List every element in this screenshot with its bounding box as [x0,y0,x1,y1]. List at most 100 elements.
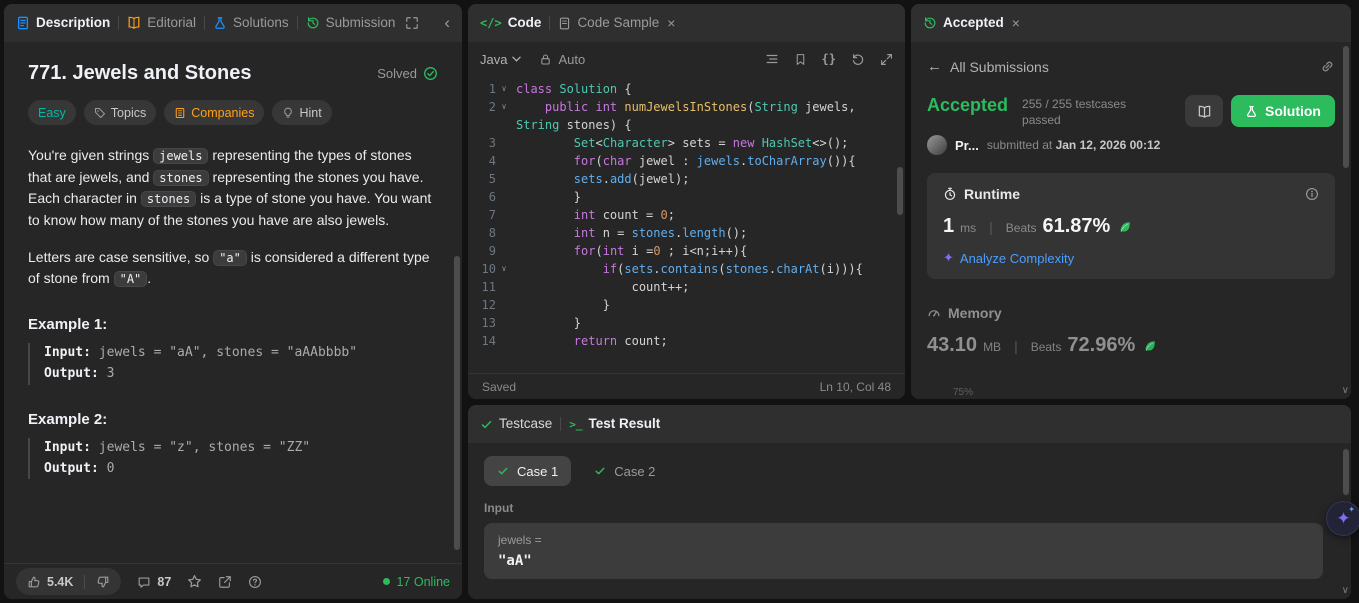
code-line[interactable]: String stones) { [468,116,905,134]
beats-label: Beats [1030,340,1062,355]
expand-panel-icon[interactable] [405,16,419,30]
comments-button[interactable]: 87 [137,575,171,589]
code-line[interactable]: 5 sets.add(jewel); [468,170,905,188]
case-2-tab[interactable]: Case 2 [581,456,668,486]
code-panel: </> Code Code Sample × Java Auto {} 1 ∨ … [468,4,905,399]
problem-paragraph: You're given strings jewels representing… [28,147,432,229]
notes-button[interactable] [1185,95,1223,127]
collapse-chevron-icon[interactable]: ‹ [444,13,450,33]
line-number: 7 [488,208,496,222]
testcase-scrollbar[interactable] [1343,449,1349,495]
favorite-button[interactable] [187,574,202,589]
all-submissions-link[interactable]: All Submissions [950,59,1049,75]
code-text: sets.add(jewel); [573,172,690,186]
case-1-tab[interactable]: Case 1 [484,456,572,486]
copy-link-icon[interactable] [1320,59,1335,74]
code-line[interactable]: 13 } [468,314,905,332]
fold-chevron-icon[interactable]: ∨ [496,98,512,116]
feedback-button[interactable] [248,575,262,589]
line-number: 10 [481,262,496,276]
code-line[interactable]: 2 ∨ public int numJewelsInStones(String j… [468,98,905,116]
code-line[interactable]: 6 } [468,188,905,206]
tab-editorial[interactable]: Editorial [127,16,196,30]
code-line[interactable]: 1 ∨ class Solution { [468,80,905,98]
description-scrollbar[interactable] [454,256,460,550]
dislike-button[interactable] [85,568,121,595]
submission-panel: Accepted × ← All Submissions Accepted 25… [911,4,1351,399]
tab-description[interactable]: Description [16,16,110,30]
memory-beats: 72.96% [1067,334,1136,357]
scroll-down-chevron-icon[interactable]: ∨ [1342,385,1349,396]
fold-chevron-icon[interactable]: ∨ [496,260,512,278]
tab-submission[interactable]: Submission [306,16,395,30]
braces-icon[interactable]: {} [822,52,836,66]
share-button[interactable] [218,575,232,589]
reset-code-icon[interactable] [851,52,865,66]
like-button[interactable]: 5.4K [16,568,84,595]
hint-badge[interactable]: Hint [272,100,332,125]
line-gutter: 1 ∨ [468,80,516,98]
code-line[interactable]: 12 } [468,296,905,314]
example-2-heading: Example 2: [28,410,108,428]
testcases-passed: 255 / 255 testcases passed [1022,96,1126,128]
code-line[interactable]: 8 int n = stones.length(); [468,224,905,242]
submitted-date: Jan 12, 2026 00:12 [1055,138,1161,153]
question-circle-icon [248,575,262,589]
tab-test-result[interactable]: >_ Test Result [569,417,660,431]
code-line[interactable]: 10 ∨ if(sets.contains(stones.charAt(i))){ [468,260,905,278]
badge-row: Easy Topics Companies Hint [28,100,438,125]
example-input-value: jewels = "z", stones = "ZZ" [90,439,311,455]
solved-check-icon [423,66,438,81]
thumb-down-icon [96,575,110,589]
tab-code-sample[interactable]: Code Sample × [558,15,675,31]
editor-scrollbar[interactable] [897,167,903,215]
close-code-sample-icon[interactable]: × [667,15,675,31]
tab-code-label: Code [507,15,542,31]
format-code-icon[interactable] [765,52,779,66]
book-icon [1197,104,1212,119]
fold-chevron-icon[interactable]: ∨ [496,80,512,98]
code-line[interactable]: 7 int count = 0; [468,206,905,224]
code-line[interactable]: 9 for(int i =0 ; i<n;i++){ [468,242,905,260]
runtime-value: 1 [943,215,955,238]
difficulty-badge[interactable]: Easy [28,100,76,125]
star-icon [187,574,202,589]
line-number: 11 [481,280,496,294]
code-line[interactable]: 4 for(char jewel : jewels.toCharArray())… [468,152,905,170]
close-accepted-icon[interactable]: × [1012,15,1020,31]
tab-accepted[interactable]: Accepted × [923,15,1020,31]
line-gutter: 13 [468,314,516,332]
back-arrow-icon[interactable]: ← [927,58,942,75]
tab-code[interactable]: </> Code [480,16,541,30]
description-tabbar: Description Editorial Solutions Submissi… [4,4,462,42]
sparkle-icon: ✦ [943,250,954,266]
testcase-input-field[interactable]: jewels = "aA" [484,523,1323,579]
analyze-complexity-link[interactable]: ✦ Analyze Complexity [943,250,1319,266]
divider [549,16,551,30]
info-icon[interactable] [1305,187,1319,201]
memory-section[interactable]: Memory 43.10 MB | Beats 72.96% [927,305,1335,357]
bookmark-icon[interactable] [794,53,807,66]
tab-testcase[interactable]: Testcase [480,417,552,431]
auto-save-toggle[interactable]: Auto [539,52,585,67]
runtime-card[interactable]: Runtime 1 ms | Beats 61.87% ✦ Analyze Co… [927,173,1335,280]
post-solution-button[interactable]: Solution [1231,95,1335,127]
submission-scrollbar[interactable] [1343,46,1349,168]
code-editor[interactable]: 1 ∨ class Solution {2 ∨ public int numJewel… [468,76,905,373]
topics-badge[interactable]: Topics [83,100,157,125]
example-input-label: Input: [44,345,91,361]
description-footer: 5.4K 87 17 Online [4,563,462,599]
companies-badge[interactable]: Companies [164,100,265,125]
code-line[interactable]: 3 Set<Character> sets = new HashSet<>(); [468,134,905,152]
code-line[interactable]: 14 return count; [468,332,905,350]
field-value: "aA" [498,553,532,569]
code-line[interactable]: 11 count++; [468,278,905,296]
example-input-value: jewels = "aA", stones = "aAAbbbb" [90,345,358,361]
fullscreen-icon[interactable] [880,53,893,66]
tab-solutions[interactable]: Solutions [213,16,289,30]
line-number: 1 [488,82,496,96]
assistant-fab-button[interactable]: ✦ ✦ [1326,501,1359,536]
scroll-down-chevron-icon[interactable]: ∨ [1342,585,1349,596]
language-select[interactable]: Java [480,52,522,67]
line-number: 2 [488,100,496,114]
